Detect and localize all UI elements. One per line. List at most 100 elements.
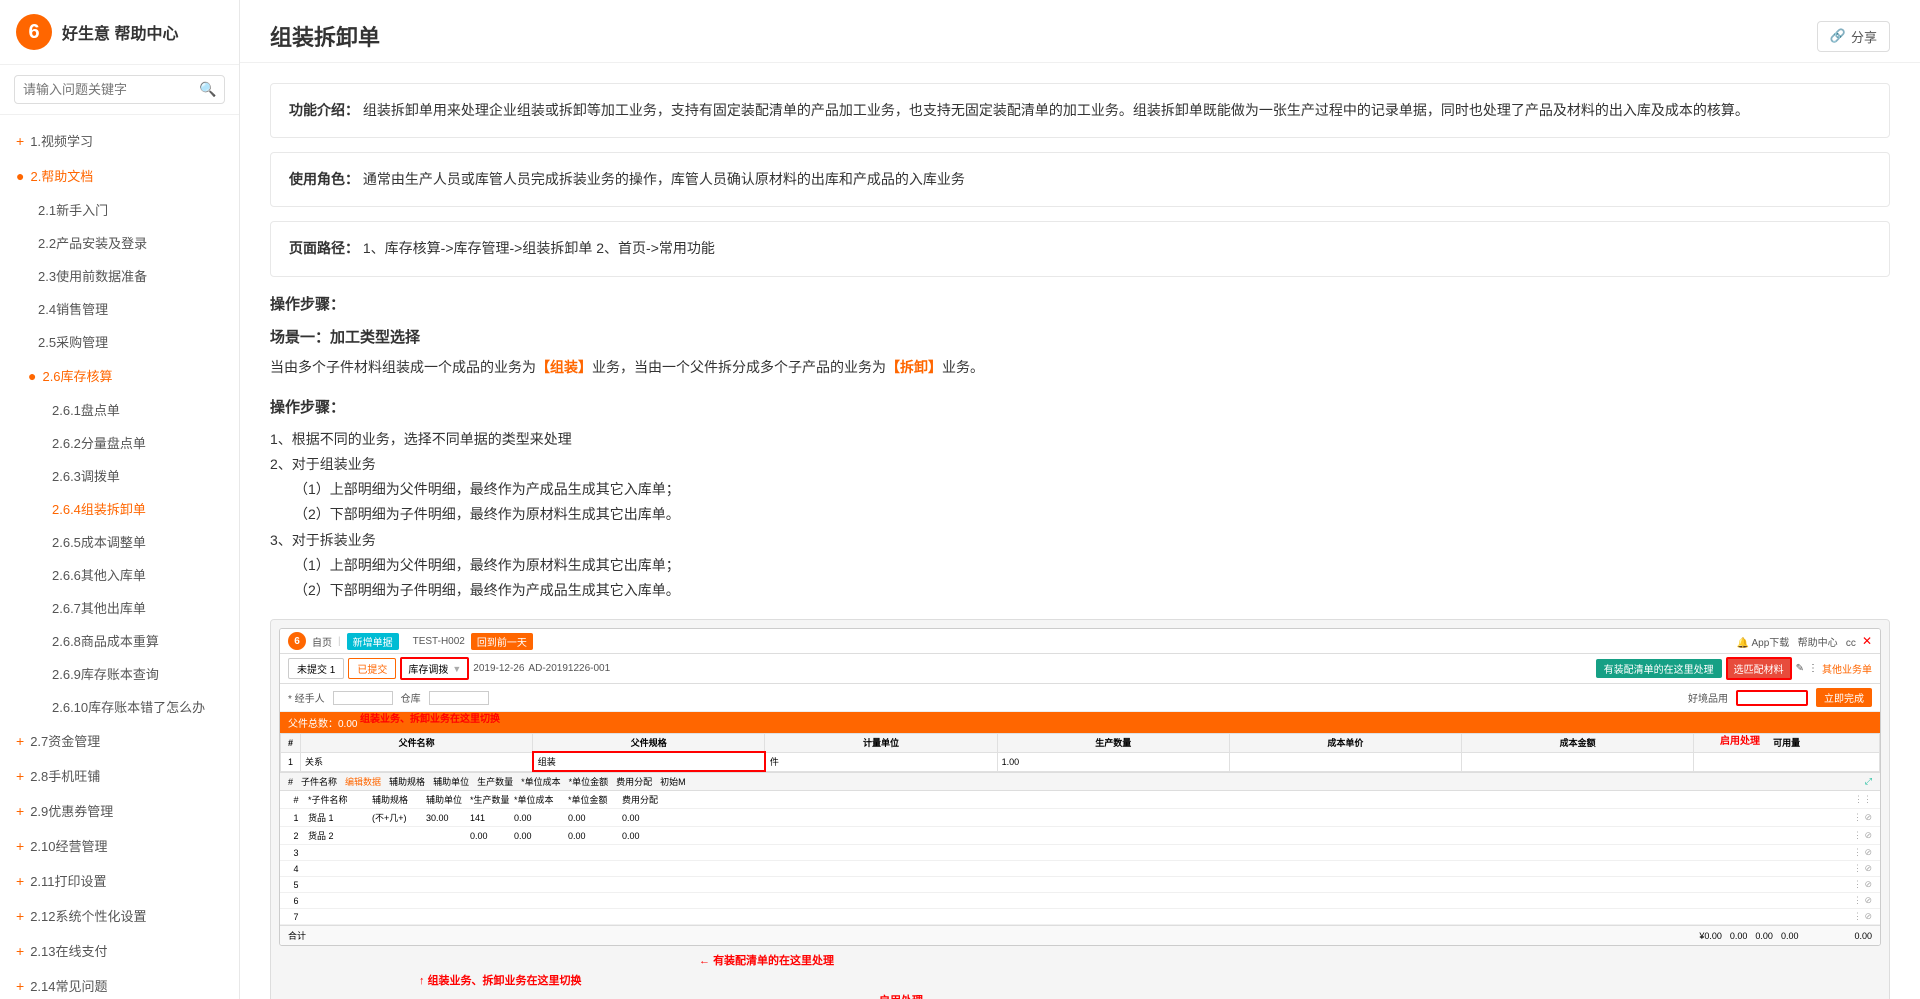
content-area: 功能介绍： 组装拆卸单用来处理企业组装或拆卸等加工业务，支持有固定装配清单的产品… — [240, 63, 1920, 999]
plus-icon-2-10: + — [16, 838, 24, 854]
mock-prev-day-btn[interactable]: 回到前一天 — [471, 633, 533, 650]
mock-warehouse-input[interactable] — [429, 691, 489, 705]
mock-upper-row-1: 1 关系 组装 件 1.00 — [281, 752, 1880, 771]
mock-col-name: 父件名称 — [301, 734, 533, 753]
mock-lower-row-header: # *子件名称 辅助规格 辅助单位 *生产数量 *单位成本 *单位金额 费用分配… — [280, 791, 1880, 809]
sidebar-item-2-7[interactable]: + 2.7资金管理 — [0, 723, 239, 758]
mock-lower-row-4: 4 ⋮ ⊘ — [280, 861, 1880, 877]
mock-col-check: # — [281, 734, 301, 753]
sidebar-item-2-9[interactable]: + 2.9优惠券管理 — [0, 793, 239, 828]
sidebar-item-2-6-7[interactable]: 2.6.7其他出库单 — [0, 591, 239, 624]
mock-col-count: 生产数量 — [997, 734, 1229, 753]
main-header: 组装拆卸单 🔗 分享 — [240, 0, 1920, 63]
sidebar-item-2-6-2[interactable]: 2.6.2分量盘点单 — [0, 426, 239, 459]
plus-icon-2-14: + — [16, 978, 24, 994]
sidebar-item-2-6-1[interactable]: 2.6.1盘点单 — [0, 393, 239, 426]
sidebar-item-2-13[interactable]: + 2.13在线支付 — [0, 933, 239, 968]
sidebar-item-2-6-9[interactable]: 2.6.9库存账本查询 — [0, 657, 239, 690]
sidebar-item-video[interactable]: + 1.视频学习 — [0, 123, 239, 158]
sidebar-item-2-2[interactable]: 2.2产品安装及登录 — [0, 226, 239, 259]
mock-footer-val3: 0.00 — [1755, 931, 1773, 941]
mock-type-label: 库存调拨 — [408, 661, 448, 676]
sidebar-item-2-8[interactable]: + 2.8手机旺铺 — [0, 758, 239, 793]
screenshot-container: 6 自页 | 新增单据 TEST-H002 回到前一天 🔔 App下载 帮助中心… — [270, 619, 1890, 999]
mock-form-label1: * 经手人 — [288, 690, 325, 705]
sidebar-item-2-6-3[interactable]: 2.6.3调拨单 — [0, 459, 239, 492]
minus-icon: ● — [16, 168, 24, 184]
sidebar-item-2-10[interactable]: + 2.10经营管理 — [0, 828, 239, 863]
minus-icon-2-6: ● — [28, 368, 36, 384]
mock-menu-separator: | — [338, 636, 341, 647]
step3-sub2: （2）下部明细为子件明细，最终作为产成品生成其它入库单。 — [270, 578, 1890, 603]
mock-doc-id: AD-20191226-001 — [528, 663, 610, 674]
mock-lower-label3: 编辑数据 — [345, 775, 381, 788]
mock-col-cost: 成本单价 — [1229, 734, 1461, 753]
mock-tab-new[interactable]: 未提交 1 — [288, 658, 344, 679]
plus-icon: + — [16, 133, 24, 149]
sidebar-item-docs[interactable]: ● 2.帮助文档 — [0, 158, 239, 193]
sidebar-item-2-4[interactable]: 2.4销售管理 — [0, 292, 239, 325]
sidebar-item-2-6-8[interactable]: 2.6.8商品成本重算 — [0, 624, 239, 657]
step3: 3、对于拆装业务 — [270, 528, 1890, 553]
sidebar-item-2-6-10[interactable]: 2.6.10库存账本错了怎么办 — [0, 690, 239, 723]
path-label: 页面路径： — [289, 240, 359, 256]
search-input[interactable] — [23, 82, 199, 97]
sidebar-item-2-6-4[interactable]: 2.6.4组装拆卸单 — [0, 492, 239, 525]
sidebar-item-2-6-5[interactable]: 2.6.5成本调整单 — [0, 525, 239, 558]
mock-lower-row-1: 1 货品 1 (不+几+) 30.00 141 0.00 0.00 0.00 ⋮… — [280, 809, 1880, 827]
mock-lower-label9: 费用分配 — [616, 775, 652, 788]
mock-handler-input[interactable] — [333, 691, 393, 705]
mock-section-label1: 父件总数：0.00 — [288, 715, 357, 730]
mock-lower-row-6: 6 ⋮ ⊘ — [280, 893, 1880, 909]
mock-search-input-red[interactable] — [1742, 693, 1802, 703]
share-button[interactable]: 🔗 分享 — [1817, 21, 1890, 52]
feature-intro-text: 组装拆卸单用来处理企业组装或拆卸等加工业务，支持有固定装配清单的产品加工业务，也… — [363, 102, 1749, 118]
sidebar-item-2-1[interactable]: 2.1新手入门 — [0, 193, 239, 226]
mock-lower-label10: 初始M — [660, 775, 686, 788]
mock-lower-row-5: 5 ⋮ ⊘ — [280, 877, 1880, 893]
mock-lower-label7: *单位成本 — [521, 775, 561, 788]
mock-green-banner: 有装配清单的在这里处理 — [1596, 659, 1722, 678]
sidebar-item-2-5[interactable]: 2.5采购管理 — [0, 325, 239, 358]
sidebar: 6 好生意 帮助中心 🔍 + 1.视频学习 ● 2.帮助文档 2.1新手入门 2… — [0, 0, 240, 999]
plus-icon-2-11: + — [16, 873, 24, 889]
sidebar-item-2-12[interactable]: + 2.12系统个性化设置 — [0, 898, 239, 933]
mock-footer-label: 合计 — [288, 929, 306, 942]
mock-lower-row-2: 2 货品 2 0.00 0.00 0.00 0.00 ⋮ ⊘ — [280, 827, 1880, 845]
plus-icon-2-9: + — [16, 803, 24, 819]
mock-more-icon: ⋮ — [1808, 663, 1818, 674]
nav-area: + 1.视频学习 ● 2.帮助文档 2.1新手入门 2.2产品安装及登录 2.3… — [0, 115, 239, 999]
logo-text: 好生意 帮助中心 — [62, 20, 178, 44]
mock-lower-label5: 辅助单位 — [433, 775, 469, 788]
mock-col-qty: 计量单位 — [765, 734, 997, 753]
mock-search-box-red[interactable] — [1736, 690, 1808, 706]
mock-lower-header: # 子件名称 编辑数据 辅助规格 辅助单位 生产数量 *单位成本 *单位金额 费… — [280, 772, 1880, 791]
mock-footer-val4: 0.00 — [1781, 931, 1799, 941]
search-icon[interactable]: 🔍 — [199, 81, 216, 98]
share-icon: 🔗 — [1830, 28, 1846, 44]
mock-other-actions: 其他业务单 — [1822, 661, 1872, 676]
step2: 2、对于组装业务 — [270, 452, 1890, 477]
mock-id-text: TEST-H002 — [413, 636, 465, 647]
search-area: 🔍 — [0, 65, 239, 115]
sidebar-item-2-6-6[interactable]: 2.6.6其他入库单 — [0, 558, 239, 591]
sidebar-item-2-6[interactable]: ● 2.6库存核算 — [0, 358, 239, 393]
mock-confirm-btn[interactable]: 立即完成 — [1816, 688, 1872, 707]
mock-section-orange: 父件总数：0.00 — [280, 712, 1880, 733]
mock-match-btn[interactable]: 选匹配材料 — [1726, 657, 1792, 680]
main-content: 组装拆卸单 🔗 分享 功能介绍： 组装拆卸单用来处理企业组装或拆卸等加工业务，支… — [240, 0, 1920, 999]
mock-tab-submitted[interactable]: 已提交 — [348, 658, 396, 679]
mock-logo: 6 — [288, 632, 306, 650]
mock-footer-val1: ¥0.00 — [1699, 931, 1722, 941]
mock-date-label: 2019-12-26 — [473, 663, 524, 674]
sidebar-item-2-11[interactable]: + 2.11打印设置 — [0, 863, 239, 898]
mock-footer-val2: 0.00 — [1730, 931, 1748, 941]
annotations-area: ← 有装配清单的在这里处理 ↑ 组装业务、拆卸业务在这里切换 启用处理 ↑ 不固… — [279, 952, 1881, 999]
mock-menu-item: 自页 — [312, 634, 332, 649]
step2-sub2: （2）下部明细为子件明细，最终作为原材料生成其它出库单。 — [270, 502, 1890, 527]
sidebar-item-2-14[interactable]: + 2.14常见问题 — [0, 968, 239, 999]
mock-type-selector[interactable]: 库存调拨 ▼ — [400, 657, 469, 680]
mock-close-icon[interactable]: ✕ — [1862, 634, 1872, 648]
plus-icon-2-7: + — [16, 733, 24, 749]
sidebar-item-2-3[interactable]: 2.3使用前数据准备 — [0, 259, 239, 292]
